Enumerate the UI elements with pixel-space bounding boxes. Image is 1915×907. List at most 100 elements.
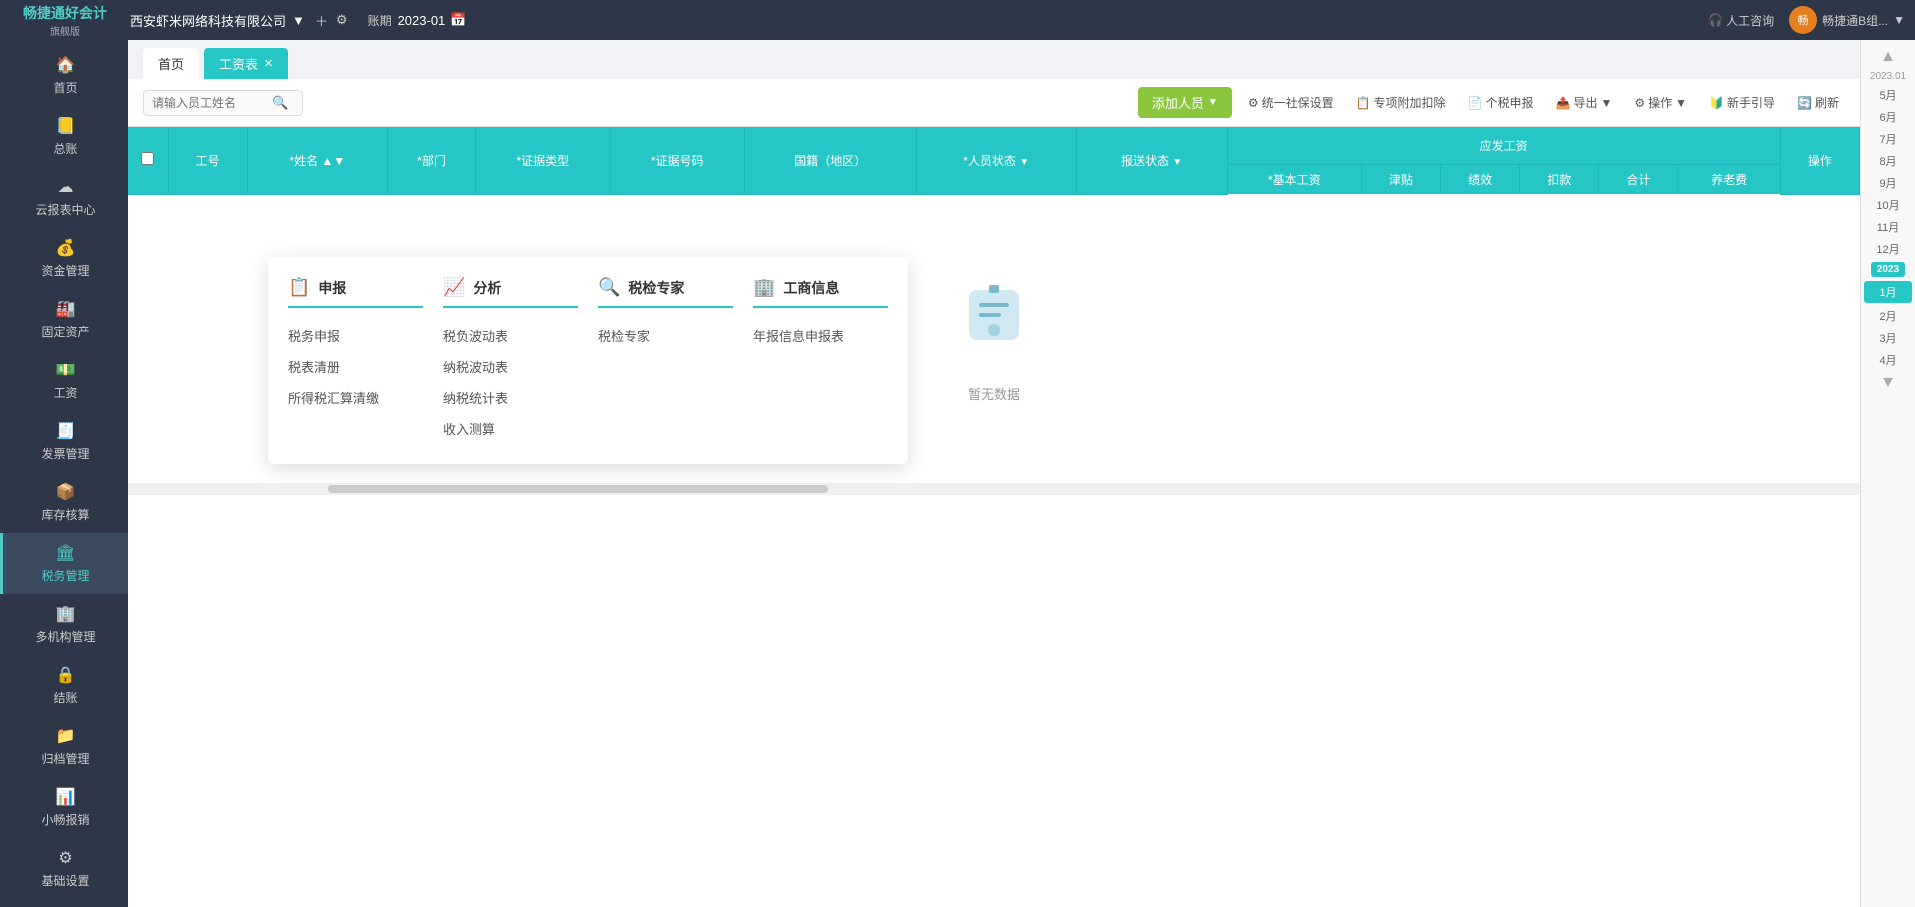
search-wrap: 🔍 [143, 90, 303, 116]
action-special-deduct[interactable]: 📋 专项附加扣除 [1350, 90, 1452, 115]
cal-month-10[interactable]: 10月 [1876, 194, 1899, 216]
ledger-icon: 📒 [56, 116, 76, 136]
sidebar: 🏠 首页 📒 总账 ☁ 云报表中心 💰 资金管理 🏭 固定资产 💵 工资 [0, 40, 128, 907]
action-refresh[interactable]: 🔄 刷新 [1791, 90, 1845, 115]
add-company-btn[interactable]: ＋ [315, 11, 328, 30]
menu-item-tax-stats[interactable]: 纳税统计表 [443, 382, 578, 413]
sidebar-item-close[interactable]: 🔒 结账 [0, 655, 128, 716]
cal-year-2023[interactable]: 2023 [1871, 262, 1905, 277]
period-value[interactable]: 2023-01 [398, 13, 446, 28]
add-person-btn[interactable]: 添加人员 ▼ [1138, 87, 1232, 118]
service-btn[interactable]: 🎧 人工咨询 [1708, 12, 1774, 29]
tab-close-btn[interactable]: ✕ [264, 57, 273, 70]
cal-month-9[interactable]: 9月 [1879, 172, 1896, 194]
section-label-analysis: 分析 [473, 278, 501, 298]
menu-item-tax-burden[interactable]: 税负波动表 [443, 320, 578, 351]
calendar-up-btn[interactable]: ▲ [1877, 45, 1899, 69]
menu-item-expert[interactable]: 税检专家 [598, 320, 733, 351]
cal-month-2[interactable]: 2月 [1879, 305, 1896, 327]
th-region: 国籍（地区） [744, 127, 916, 194]
cal-month-7[interactable]: 7月 [1879, 128, 1896, 150]
sidebar-item-settings[interactable]: ⚙ 基础设置 [0, 838, 128, 899]
menu-item-tax-payment[interactable]: 纳税波动表 [443, 351, 578, 382]
sidebar-item-tax[interactable]: 🏛 税务管理 [0, 533, 128, 594]
action-social-insurance[interactable]: ⚙ 统一社保设置 [1242, 90, 1340, 115]
export-label: 导出 [1573, 94, 1597, 111]
calendar-year-label: 2023.01 [1870, 71, 1906, 82]
menu-item-income-settle[interactable]: 所得税汇算清缴 [288, 382, 423, 413]
sidebar-item-fund[interactable]: 💰 资金管理 [0, 228, 128, 289]
tax-return-icon: 📄 [1468, 96, 1483, 110]
sidebar-label-tax: 税务管理 [41, 567, 89, 584]
header-actions: 🎧 人工咨询 畅 畅捷通B组... ▼ [1708, 6, 1905, 34]
cal-month-8[interactable]: 8月 [1879, 150, 1896, 172]
sidebar-label-salary: 工资 [53, 384, 77, 401]
scroll-bar-thumb[interactable] [328, 485, 828, 493]
sidebar-item-guide[interactable]: ✨ 新手引导 [0, 899, 128, 907]
cal-month-1[interactable]: 1月 [1864, 281, 1913, 303]
operation-dropdown-icon: ▼ [1675, 96, 1687, 110]
cal-month-11[interactable]: 11月 [1877, 216, 1899, 238]
section-title-declaration: 📋 申报 [288, 277, 423, 308]
action-export[interactable]: 📤 导出 ▼ [1550, 90, 1619, 115]
add-person-dropdown-icon: ▼ [1208, 97, 1218, 108]
action-operation[interactable]: ⚙ 操作 ▼ [1628, 90, 1693, 115]
sidebar-label-archive: 归档管理 [41, 750, 89, 767]
menu-item-tax-table[interactable]: 税表清册 [288, 351, 423, 382]
sidebar-label-cloud: 云报表中心 [35, 201, 95, 218]
cal-month-6[interactable]: 6月 [1879, 106, 1896, 128]
company-selector[interactable]: 西安虾米网络科技有限公司 ▼ [130, 11, 305, 30]
settings-btn[interactable]: ⚙ [336, 12, 348, 28]
select-all-checkbox[interactable] [141, 152, 154, 165]
calendar-down-btn[interactable]: ▼ [1877, 371, 1899, 395]
menu-item-tax-declare[interactable]: 税务申报 [288, 320, 423, 351]
refresh-label: 刷新 [1815, 94, 1839, 111]
action-tax-return[interactable]: 📄 个税申报 [1462, 90, 1540, 115]
tabs-bar: 首页 工资表 ✕ [128, 40, 1860, 79]
menu-section-expert: 🔍 税检专家 税检专家 [598, 277, 733, 444]
th-id: 工号 [168, 127, 247, 194]
search-input[interactable] [152, 96, 272, 110]
cal-month-12[interactable]: 12月 [1876, 238, 1899, 260]
menu-item-income-calc[interactable]: 收入测算 [443, 413, 578, 444]
sidebar-item-archive[interactable]: 📁 归档管理 [0, 716, 128, 777]
company-name: 西安虾米网络科技有限公司 [130, 11, 286, 30]
social-insurance-icon: ⚙ [1248, 96, 1259, 110]
empty-text: 暂无数据 [968, 384, 1020, 403]
sidebar-item-assets[interactable]: 🏭 固定资产 [0, 289, 128, 350]
sidebar-item-cloud[interactable]: ☁ 云报表中心 [0, 167, 128, 228]
th-deduct: 扣款 [1520, 165, 1599, 195]
app-subtitle: 旗舰版 [50, 23, 80, 38]
sidebar-item-home[interactable]: 🏠 首页 [0, 45, 128, 106]
tab-home[interactable]: 首页 [143, 48, 199, 79]
section-label-business: 工商信息 [783, 278, 839, 298]
sidebar-item-salary[interactable]: 💵 工资 [0, 350, 128, 411]
tab-salary-table[interactable]: 工资表 ✕ [204, 48, 288, 79]
user-area[interactable]: 畅 畅捷通B组... ▼ [1789, 6, 1905, 34]
cal-month-5[interactable]: 5月 [1879, 84, 1896, 106]
menu-item-annual-report[interactable]: 年报信息申报表 [753, 320, 888, 351]
action-guide[interactable]: 🔰 新手引导 [1703, 90, 1781, 115]
cal-month-3[interactable]: 3月 [1879, 327, 1896, 349]
sidebar-item-invoice[interactable]: 🧾 发票管理 [0, 411, 128, 472]
sidebar-item-xiaochang[interactable]: 📊 小畅报销 [0, 777, 128, 838]
th-status: *人员状态 ▼ [916, 127, 1076, 194]
th-performance: 绩效 [1441, 165, 1520, 195]
sidebar-label-multi: 多机构管理 [35, 628, 95, 645]
sidebar-item-ledger[interactable]: 📒 总账 [0, 106, 128, 167]
toolbar: 🔍 添加人员 ▼ ⚙ 统一社保设置 📋 专项附加扣除 📄 个税申报 [128, 79, 1860, 127]
logo-area: 畅捷通好会计 旗舰版 [10, 3, 120, 38]
sidebar-item-multi[interactable]: 🏢 多机构管理 [0, 594, 128, 655]
inventory-icon: 📦 [56, 482, 76, 502]
menu-section-business: 🏢 工商信息 年报信息申报表 [753, 277, 888, 444]
sidebar-item-inventory[interactable]: 📦 库存核算 [0, 472, 128, 533]
section-title-analysis: 📈 分析 [443, 277, 578, 308]
app-container: 畅捷通好会计 旗舰版 西安虾米网络科技有限公司 ▼ ＋ ⚙ 账期 2023-01… [0, 0, 1915, 907]
th-report: 报送状态 ▼ [1076, 127, 1227, 194]
cal-month-4[interactable]: 4月 [1879, 349, 1896, 371]
analysis-icon: 📈 [443, 277, 465, 298]
calendar-icon[interactable]: 📅 [450, 12, 466, 28]
section-label-declaration: 申报 [318, 278, 346, 298]
sidebar-label-ledger: 总账 [53, 140, 77, 157]
business-icon: 🏢 [753, 277, 775, 298]
